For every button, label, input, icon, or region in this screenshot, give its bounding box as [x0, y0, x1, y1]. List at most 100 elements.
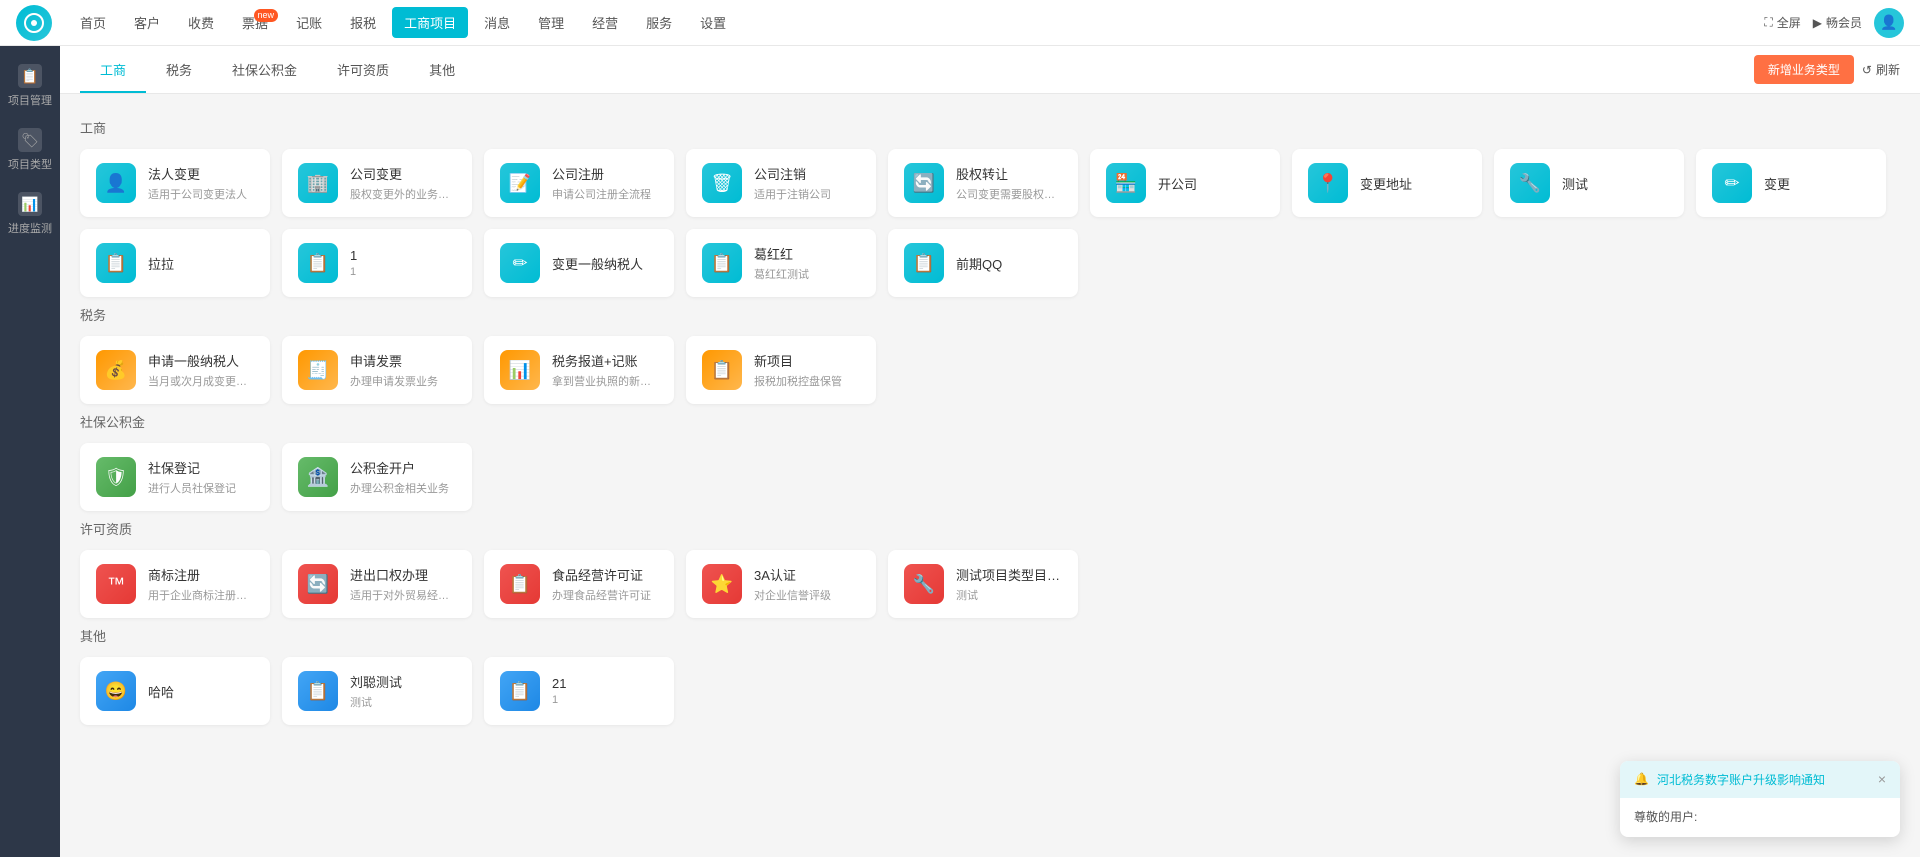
card-前期QQ[interactable]: 📋 前期QQ: [888, 229, 1078, 297]
nav-item-管理[interactable]: 管理: [526, 7, 576, 38]
card-title: 21: [552, 676, 658, 691]
card-info: 社保登记 进行人员社保登记: [148, 458, 254, 496]
card-变更一般纳税人[interactable]: ✏ 变更一般纳税人: [484, 229, 674, 297]
card-测试[interactable]: 🔧 测试: [1494, 149, 1684, 217]
section-title-许可资质: 许可资质: [80, 519, 1900, 538]
card-desc: 办理申请发票业务: [350, 373, 456, 389]
fullscreen-label: 全屏: [1777, 14, 1801, 31]
card-title: 公积金开户: [350, 458, 456, 477]
fullscreen-btn[interactable]: ⛶ 全屏: [1764, 14, 1800, 31]
card-info: 刘聪测试 测试: [350, 672, 456, 710]
nav-item-客户[interactable]: 客户: [122, 7, 172, 38]
notif-close-button[interactable]: ×: [1878, 771, 1886, 787]
card-desc: 1: [552, 694, 658, 706]
card-info: 申请发票 办理申请发票业务: [350, 351, 456, 389]
card-title: 新项目: [754, 351, 860, 370]
card-21[interactable]: 📋 21 1: [484, 657, 674, 725]
card-公司变更[interactable]: 🏢 公司变更 股权变更外的业务变更: [282, 149, 472, 217]
nav-item-报税[interactable]: 报税: [338, 7, 388, 38]
card-icon: 📋: [904, 243, 944, 283]
card-新项目[interactable]: 📋 新项目 报税加税控盘保管: [686, 336, 876, 404]
card-icon: 📍: [1308, 163, 1348, 203]
card-title: 开公司: [1158, 174, 1264, 193]
card-icon: 📝: [500, 163, 540, 203]
card-食品经营许可证[interactable]: 📋 食品经营许可证 办理食品经营许可证: [484, 550, 674, 618]
card-icon: 🏢: [298, 163, 338, 203]
card-icon: 🛡: [96, 457, 136, 497]
card-title: 进出口权办理: [350, 565, 456, 584]
card-title: 商标注册: [148, 565, 254, 584]
card-拉拉[interactable]: 📋 拉拉: [80, 229, 270, 297]
tab-税务[interactable]: 税务: [146, 46, 212, 93]
card-变更[interactable]: ✏ 变更: [1696, 149, 1886, 217]
card-测试项目类型目定义[interactable]: 🔧 测试项目类型目定义 测试: [888, 550, 1078, 618]
card-title: 变更一般纳税人: [552, 254, 658, 273]
card-进出口权办理[interactable]: 🔄 进出口权办理 适用于对外贸易经营者: [282, 550, 472, 618]
tab-其他[interactable]: 其他: [409, 46, 475, 93]
card-申请发票[interactable]: 🧾 申请发票 办理申请发票业务: [282, 336, 472, 404]
card-社保登记[interactable]: 🛡 社保登记 进行人员社保登记: [80, 443, 270, 511]
tabs-bar: 工商税务社保公积金许可资质其他 新增业务类型 ↺ 刷新: [60, 46, 1920, 94]
notif-icon: 🔔: [1634, 772, 1649, 786]
card-公司注销[interactable]: 🗑 公司注销 适用于注销公司: [686, 149, 876, 217]
nav-item-记账[interactable]: 记账: [284, 7, 334, 38]
card-desc: 办理食品经营许可证: [552, 587, 658, 603]
avatar[interactable]: 👤: [1874, 8, 1904, 38]
main-content: 工商税务社保公积金许可资质其他 新增业务类型 ↺ 刷新 工商 👤 法人变更 适用…: [60, 46, 1920, 857]
nav-item-消息[interactable]: 消息: [472, 7, 522, 38]
card-info: 测试项目类型目定义 测试: [956, 565, 1062, 603]
sidebar-item-项目类型[interactable]: 🏷 项目类型: [0, 118, 60, 182]
card-葛红红[interactable]: 📋 葛红红 葛红红测试: [686, 229, 876, 297]
tab-工商[interactable]: 工商: [80, 46, 146, 93]
tab-社保公积金[interactable]: 社保公积金: [212, 46, 317, 93]
card-icon: 🔄: [298, 564, 338, 604]
card-title: 法人变更: [148, 164, 254, 183]
card-title: 哈哈: [148, 682, 254, 701]
card-icon: ✏: [500, 243, 540, 283]
card-title: 3A认证: [754, 565, 860, 584]
card-税务报道+记账[interactable]: 📊 税务报道+记账 拿到营业执照的新公司: [484, 336, 674, 404]
nav-item-工商项目[interactable]: 工商项目: [392, 7, 468, 38]
card-desc: 报税加税控盘保管: [754, 373, 860, 389]
content-area: 工商 👤 法人变更 适用于公司变更法人 🏢 公司变更 股权变更外的业务变更 📝 …: [60, 94, 1920, 749]
card-公司注册[interactable]: 📝 公司注册 申请公司注册全流程: [484, 149, 674, 217]
nav-item-经营[interactable]: 经营: [580, 7, 630, 38]
add-type-button[interactable]: 新增业务类型: [1754, 55, 1854, 84]
card-desc: 进行人员社保登记: [148, 480, 254, 496]
nav-item-收费[interactable]: 收费: [176, 7, 226, 38]
notif-body: 尊敬的用户:: [1620, 798, 1900, 837]
sidebar-item-项目管理[interactable]: 📋 项目管理: [0, 54, 60, 118]
card-刘聪测试[interactable]: 📋 刘聪测试 测试: [282, 657, 472, 725]
refresh-button[interactable]: ↺ 刷新: [1862, 61, 1900, 78]
card-1[interactable]: 📋 1 1: [282, 229, 472, 297]
card-icon: 📋: [96, 243, 136, 283]
card-开公司[interactable]: 🏪 开公司: [1090, 149, 1280, 217]
tab-许可资质[interactable]: 许可资质: [317, 46, 409, 93]
card-title: 申请一般纳税人: [148, 351, 254, 370]
nav-item-首页[interactable]: 首页: [68, 7, 118, 38]
card-icon: 📋: [298, 243, 338, 283]
card-商标注册[interactable]: ™ 商标注册 用于企业商标注册服务: [80, 550, 270, 618]
card-desc: 拿到营业执照的新公司: [552, 373, 658, 389]
card-变更地址[interactable]: 📍 变更地址: [1292, 149, 1482, 217]
card-申请一般纳税人[interactable]: 💰 申请一般纳税人 当月或次月成变更完成: [80, 336, 270, 404]
vip-btn[interactable]: ▶ 畅会员: [1813, 14, 1862, 31]
nav-item-设置[interactable]: 设置: [688, 7, 738, 38]
card-info: 税务报道+记账 拿到营业执照的新公司: [552, 351, 658, 389]
card-公积金开户[interactable]: 🏦 公积金开户 办理公积金相关业务: [282, 443, 472, 511]
card-info: 前期QQ: [956, 254, 1062, 273]
nav-item-票据[interactable]: 票据new: [230, 7, 280, 38]
card-info: 公司变更 股权变更外的业务变更: [350, 164, 456, 202]
sidebar-item-进度监测[interactable]: 📊 进度监测: [0, 182, 60, 246]
card-desc: 适用于公司变更法人: [148, 186, 254, 202]
avatar-icon: 👤: [1880, 14, 1897, 31]
card-哈哈[interactable]: 😄 哈哈: [80, 657, 270, 725]
card-股权转让[interactable]: 🔄 股权转让 公司变更需要股权转让: [888, 149, 1078, 217]
card-3A认证[interactable]: ⭐ 3A认证 对企业信誉评级: [686, 550, 876, 618]
card-desc: 对企业信誉评级: [754, 587, 860, 603]
section-title-工商: 工商: [80, 118, 1900, 137]
nav-item-服务[interactable]: 服务: [634, 7, 684, 38]
refresh-label: 刷新: [1876, 61, 1900, 78]
card-法人变更[interactable]: 👤 法人变更 适用于公司变更法人: [80, 149, 270, 217]
card-title: 公司注册: [552, 164, 658, 183]
